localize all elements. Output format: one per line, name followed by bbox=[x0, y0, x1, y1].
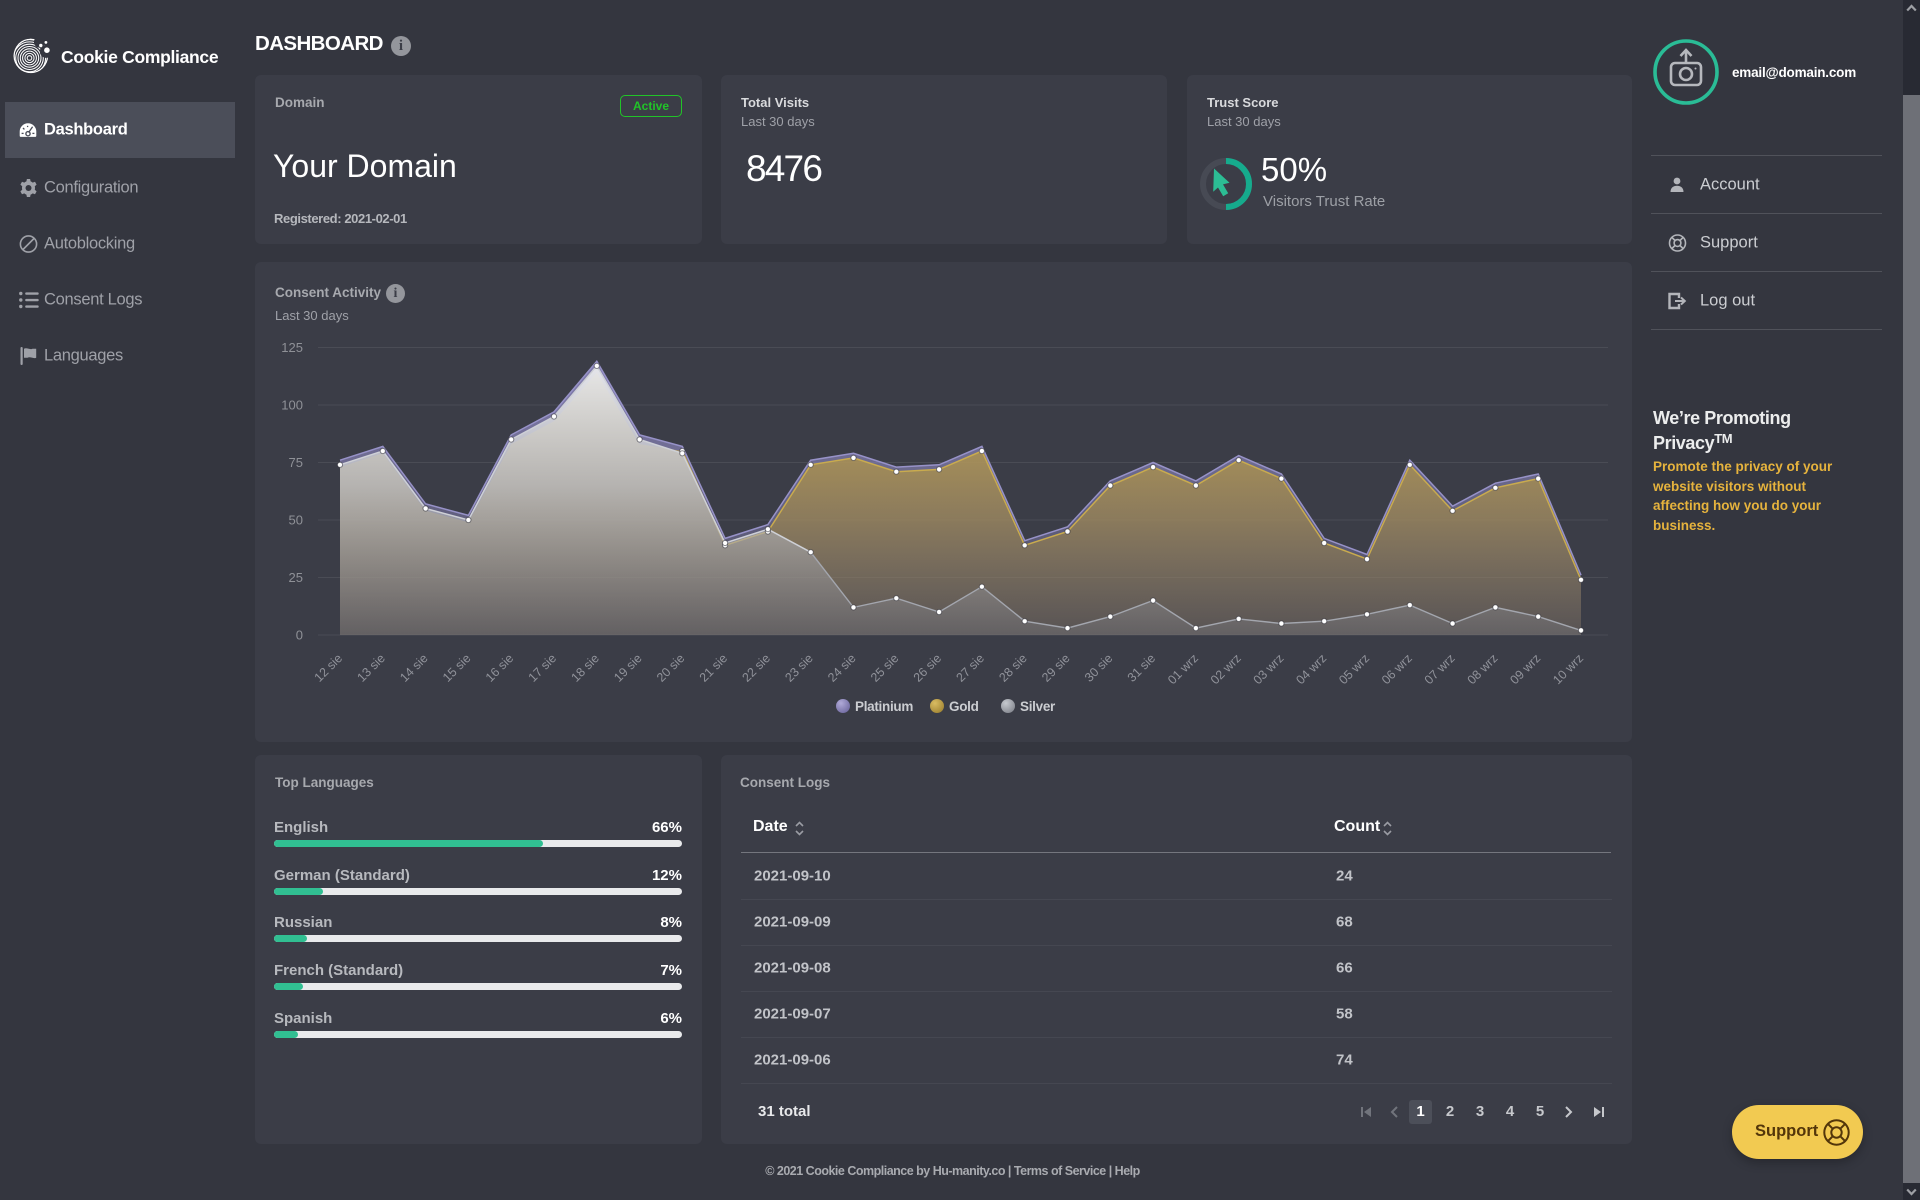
svg-text:21 sie: 21 sie bbox=[697, 651, 731, 685]
svg-text:15 sie: 15 sie bbox=[440, 651, 474, 685]
svg-text:125: 125 bbox=[281, 340, 303, 355]
svg-text:18 sie: 18 sie bbox=[568, 651, 602, 685]
svg-text:01 wrz: 01 wrz bbox=[1165, 651, 1201, 687]
svg-text:02 wrz: 02 wrz bbox=[1208, 651, 1244, 687]
svg-text:100: 100 bbox=[281, 398, 303, 413]
svg-text:06 wrz: 06 wrz bbox=[1379, 651, 1415, 687]
svg-text:26 sie: 26 sie bbox=[911, 651, 945, 685]
svg-text:16 sie: 16 sie bbox=[483, 651, 517, 685]
svg-text:23 sie: 23 sie bbox=[782, 651, 816, 685]
svg-text:27 sie: 27 sie bbox=[954, 651, 988, 685]
svg-text:20 sie: 20 sie bbox=[654, 651, 688, 685]
svg-text:07 wrz: 07 wrz bbox=[1422, 651, 1458, 687]
svg-text:25 sie: 25 sie bbox=[868, 651, 902, 685]
svg-text:29 sie: 29 sie bbox=[1039, 651, 1073, 685]
svg-text:25: 25 bbox=[289, 570, 303, 585]
svg-text:10 wrz: 10 wrz bbox=[1550, 651, 1586, 687]
svg-text:09 wrz: 09 wrz bbox=[1507, 651, 1543, 687]
svg-text:08 wrz: 08 wrz bbox=[1465, 651, 1501, 687]
svg-text:24 sie: 24 sie bbox=[825, 651, 859, 685]
svg-text:05 wrz: 05 wrz bbox=[1336, 651, 1372, 687]
svg-text:28 sie: 28 sie bbox=[996, 651, 1030, 685]
svg-text:75: 75 bbox=[289, 455, 303, 470]
svg-text:0: 0 bbox=[296, 628, 303, 643]
svg-text:50: 50 bbox=[289, 513, 303, 528]
svg-text:13 sie: 13 sie bbox=[354, 651, 388, 685]
svg-text:17 sie: 17 sie bbox=[526, 651, 560, 685]
svg-text:30 sie: 30 sie bbox=[1082, 651, 1116, 685]
svg-text:22 sie: 22 sie bbox=[740, 651, 774, 685]
svg-text:Silver: Silver bbox=[1020, 699, 1056, 714]
svg-text:31 sie: 31 sie bbox=[1125, 651, 1159, 685]
svg-text:19 sie: 19 sie bbox=[611, 651, 645, 685]
svg-text:Platinium: Platinium bbox=[855, 699, 913, 714]
svg-text:Gold: Gold bbox=[949, 699, 979, 714]
svg-text:12 sie: 12 sie bbox=[312, 651, 346, 685]
svg-text:14 sie: 14 sie bbox=[397, 651, 431, 685]
svg-text:04 wrz: 04 wrz bbox=[1293, 651, 1329, 687]
svg-text:03 wrz: 03 wrz bbox=[1251, 651, 1287, 687]
